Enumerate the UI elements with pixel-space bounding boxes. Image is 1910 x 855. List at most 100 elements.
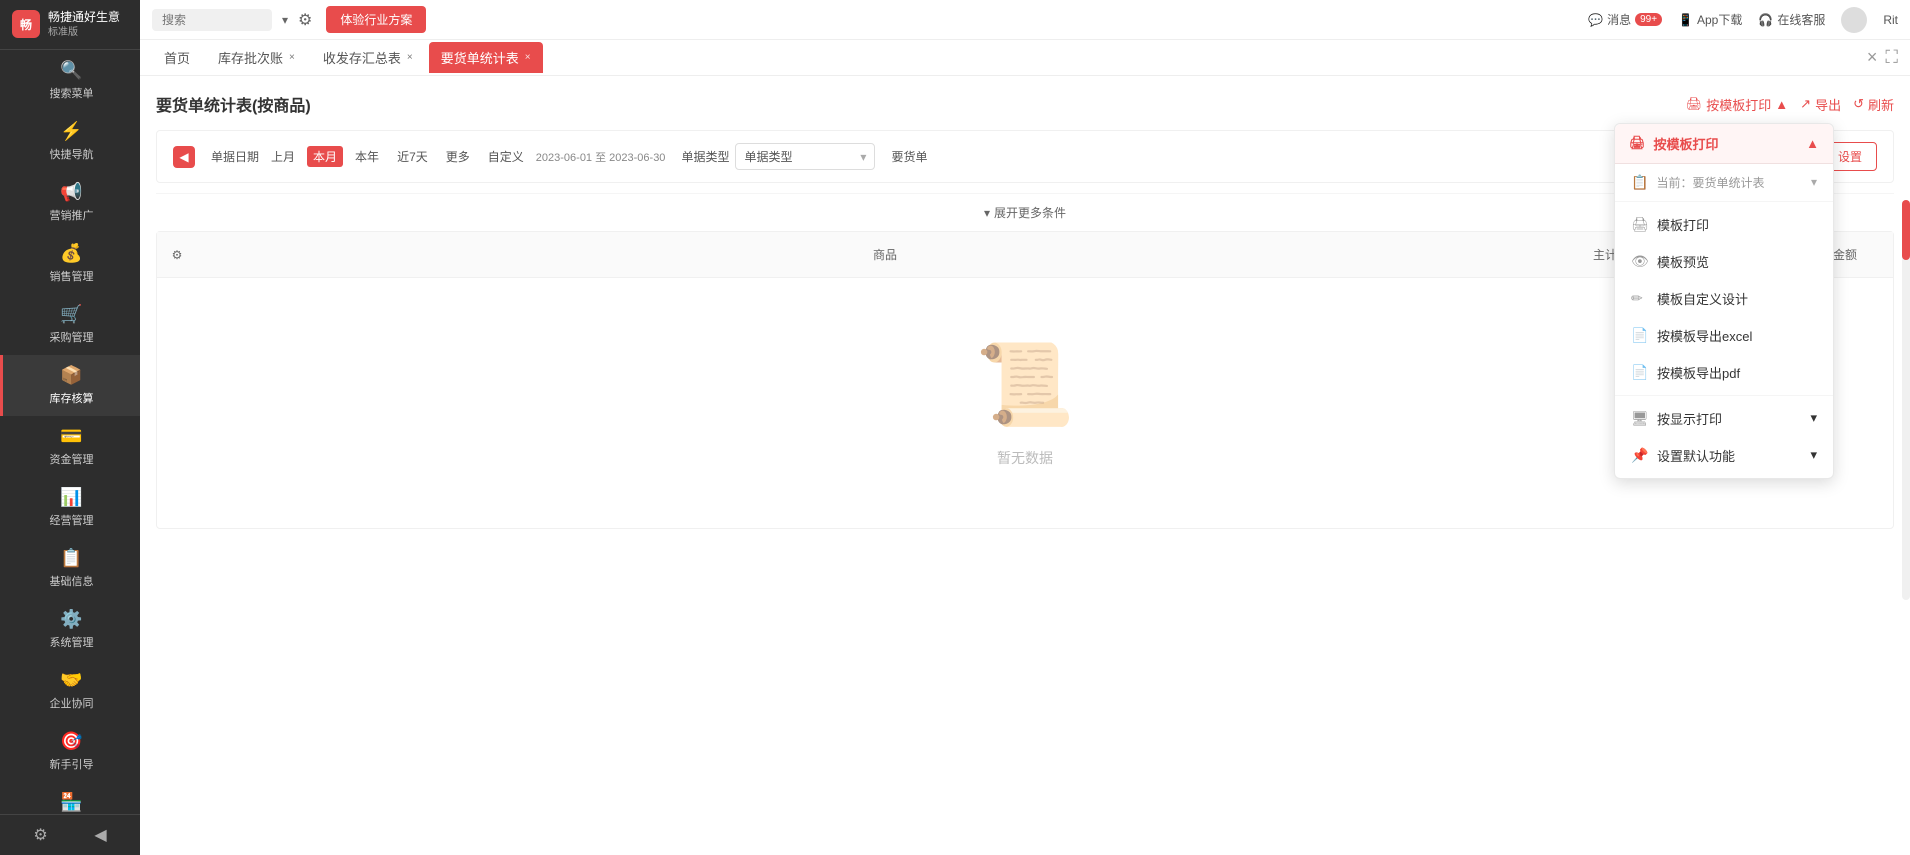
sidebar-item-cooperation[interactable]: 🤝 企业协同 <box>0 660 140 721</box>
date-7days-btn[interactable]: 近7天 <box>391 146 434 167</box>
print-template-btn[interactable]: 🖨 按模板打印 ▲ <box>1686 95 1788 114</box>
empty-text: 暂无数据 <box>997 448 1053 468</box>
export-icon: ↗ <box>1800 96 1811 112</box>
sidebar-item-label: 经营管理 <box>50 512 94 528</box>
printer-icon: 🖨 <box>1629 135 1646 151</box>
date-more-btn[interactable]: 更多 <box>440 146 476 167</box>
notification-badge: 99+ <box>1635 13 1662 26</box>
window-close-btn[interactable]: × <box>1867 47 1878 68</box>
template-design-item[interactable]: ✏ 模板自定义设计 <box>1615 280 1833 317</box>
collapse-icon[interactable]: ◀ <box>94 825 106 845</box>
cooperation-icon: 🤝 <box>60 670 82 691</box>
sidebar-item-search[interactable]: 🔍搜索菜单 <box>0 50 140 111</box>
pdf-icon: 📄 <box>1631 364 1647 381</box>
avatar[interactable] <box>1841 7 1867 33</box>
export-pdf-item[interactable]: 📄 按模板导出pdf <box>1615 354 1833 391</box>
type-filter-select[interactable]: 单据类型 ▾ <box>735 143 875 170</box>
chevron-up-icon: ▲ <box>1775 97 1788 112</box>
export-btn[interactable]: ↗ 导出 <box>1800 95 1841 114</box>
guide-icon: 🎯 <box>60 731 82 752</box>
expand-more-btn[interactable]: ▾ 展开更多条件 <box>974 200 1076 225</box>
date-filter-label: 单据日期 <box>211 148 259 165</box>
order-type-filter-group: 要货单 <box>891 148 927 165</box>
sidebar-item-quick-nav[interactable]: ⚡快捷导航 <box>0 111 140 172</box>
chevron-down-icon: ▾ <box>1811 175 1817 189</box>
sidebar-item-marketing[interactable]: 📢营销推广 <box>0 172 140 233</box>
tab-home[interactable]: 首页 <box>152 42 202 73</box>
dropdown-current-section: 📋 当前：要货单统计表 ▾ <box>1615 164 1833 202</box>
download-icon: 📱 <box>1678 13 1693 27</box>
sidebar-bottom: ⚙ ◀ <box>0 814 140 855</box>
sidebar-item-finance[interactable]: 💳 资金管理 <box>0 416 140 477</box>
sidebar-item-guide[interactable]: 🎯新手引导 <box>0 721 140 782</box>
sidebar-item-inventory[interactable]: 📦库存核算 <box>0 355 140 416</box>
chevron-up-icon: ▲ <box>1806 136 1819 151</box>
window-maximize-btn[interactable]: ⛶ <box>1885 47 1898 68</box>
trial-button[interactable]: 体验行业方案 <box>326 6 426 33</box>
tab-receipt-summary[interactable]: 收发存汇总表 × <box>311 42 425 73</box>
date-last-month-btn[interactable]: 上月 <box>265 146 301 167</box>
current-template-label: 📋 当前：要货单统计表 ▾ <box>1615 168 1833 197</box>
design-icon: ✏ <box>1631 290 1647 307</box>
page-content: 要货单统计表(按商品) 🖨 按模板打印 ▲ ↗ 导出 ↺ 刷新 <box>140 76 1910 855</box>
sidebar-item-label: 销售管理 <box>50 268 94 284</box>
filter-collapse-btn[interactable]: ◀ <box>173 146 195 168</box>
refresh-btn[interactable]: ↺ 刷新 <box>1853 95 1894 114</box>
operation-icon: 📊 <box>60 487 82 508</box>
sidebar-item-label: 搜索菜单 <box>50 85 94 101</box>
sidebar-logo: 畅 畅捷通好生意 标准版 <box>0 0 140 50</box>
finance-icon: 💳 <box>60 426 82 447</box>
right-scrollbar[interactable] <box>1902 200 1910 600</box>
sidebar-item-operation[interactable]: 📊 经营管理 <box>0 477 140 538</box>
sidebar-item-apps[interactable]: 🏪应用中心 <box>0 782 140 814</box>
basic-icon: 📋 <box>60 548 82 569</box>
top-header: ▾ ⚙ 体验行业方案 💬 消息 99+ 📱 App下载 🎧 在线客服 Rit <box>140 0 1910 40</box>
template-print-item[interactable]: 🖨 模板打印 <box>1615 206 1833 243</box>
date-this-year-btn[interactable]: 本年 <box>349 146 385 167</box>
header-dropdown-btn[interactable]: ▾ <box>282 13 288 27</box>
logo-text: 畅捷通好生意 标准版 <box>48 10 120 39</box>
close-batch-account-icon[interactable]: × <box>289 52 295 63</box>
date-this-month-btn[interactable]: 本月 <box>307 146 343 167</box>
search-input[interactable] <box>152 9 272 31</box>
info-icon: 📋 <box>1631 174 1648 191</box>
print-item-icon: 🖨 <box>1631 216 1647 233</box>
tab-batch-account[interactable]: 库存批次账 × <box>206 42 307 73</box>
toolbar-right: 🖨 按模板打印 ▲ ↗ 导出 ↺ 刷新 <box>1686 95 1894 114</box>
sidebar-item-purchase[interactable]: 🛒采购管理 <box>0 294 140 355</box>
template-preview-item[interactable]: 👁 模板预览 <box>1615 243 1833 280</box>
notifications-btn[interactable]: 💬 消息 99+ <box>1588 11 1662 28</box>
date-custom-btn[interactable]: 自定义 <box>482 146 530 167</box>
settings-icon[interactable]: ⚙ <box>33 825 47 845</box>
sidebar-item-label: 库存核算 <box>50 390 94 406</box>
refresh-icon: ↺ <box>1853 96 1864 112</box>
th-settings[interactable]: ⚙ <box>157 242 197 268</box>
header-gear-icon[interactable]: ⚙ <box>298 10 312 30</box>
sidebar-item-label: 企业协同 <box>50 695 94 711</box>
system-icon: ⚙️ <box>60 609 82 630</box>
sidebar-item-label: 系统管理 <box>50 634 94 650</box>
display-print-item[interactable]: 🖥 按显示打印 ▾ <box>1615 400 1833 437</box>
service-icon: 🎧 <box>1758 13 1773 27</box>
default-function-item[interactable]: 📌 设置默认功能 ▾ <box>1615 437 1833 474</box>
dropdown-header[interactable]: 🖨 按模板打印 ▲ <box>1615 124 1833 164</box>
tab-order-stats[interactable]: 要货单统计表 × <box>429 42 543 73</box>
dropdown-print-section: 🖨 模板打印 👁 模板预览 ✏ 模板自定义设计 <box>1615 202 1833 396</box>
sidebar-item-label: 资金管理 <box>50 451 94 467</box>
online-service-btn[interactable]: 🎧 在线客服 <box>1758 11 1825 28</box>
sidebar-item-system[interactable]: ⚙️ 系统管理 <box>0 599 140 660</box>
tabs-bar: 首页 库存批次账 × 收发存汇总表 × 要货单统计表 × × ⛶ <box>140 40 1910 76</box>
page-title: 要货单统计表(按商品) <box>156 92 311 116</box>
close-receipt-summary-icon[interactable]: × <box>407 52 413 63</box>
sidebar-item-basic[interactable]: 📋基础信息 <box>0 538 140 599</box>
user-name: Rit <box>1883 13 1898 27</box>
dropdown-extra-section: 🖥 按显示打印 ▾ 📌 设置默认功能 ▾ <box>1615 396 1833 478</box>
th-product: 商品 <box>197 240 1573 269</box>
type-filter-label: 单据类型 <box>681 148 729 165</box>
close-order-stats-icon[interactable]: × <box>525 52 531 63</box>
empty-illustration: 📜 <box>975 338 1075 432</box>
export-excel-item[interactable]: 📄 按模板导出excel <box>1615 317 1833 354</box>
sidebar-item-sales[interactable]: 💰销售管理 <box>0 233 140 294</box>
app-download-btn[interactable]: 📱 App下载 <box>1678 11 1742 28</box>
page-title-bar: 要货单统计表(按商品) 🖨 按模板打印 ▲ ↗ 导出 ↺ 刷新 <box>156 92 1894 116</box>
